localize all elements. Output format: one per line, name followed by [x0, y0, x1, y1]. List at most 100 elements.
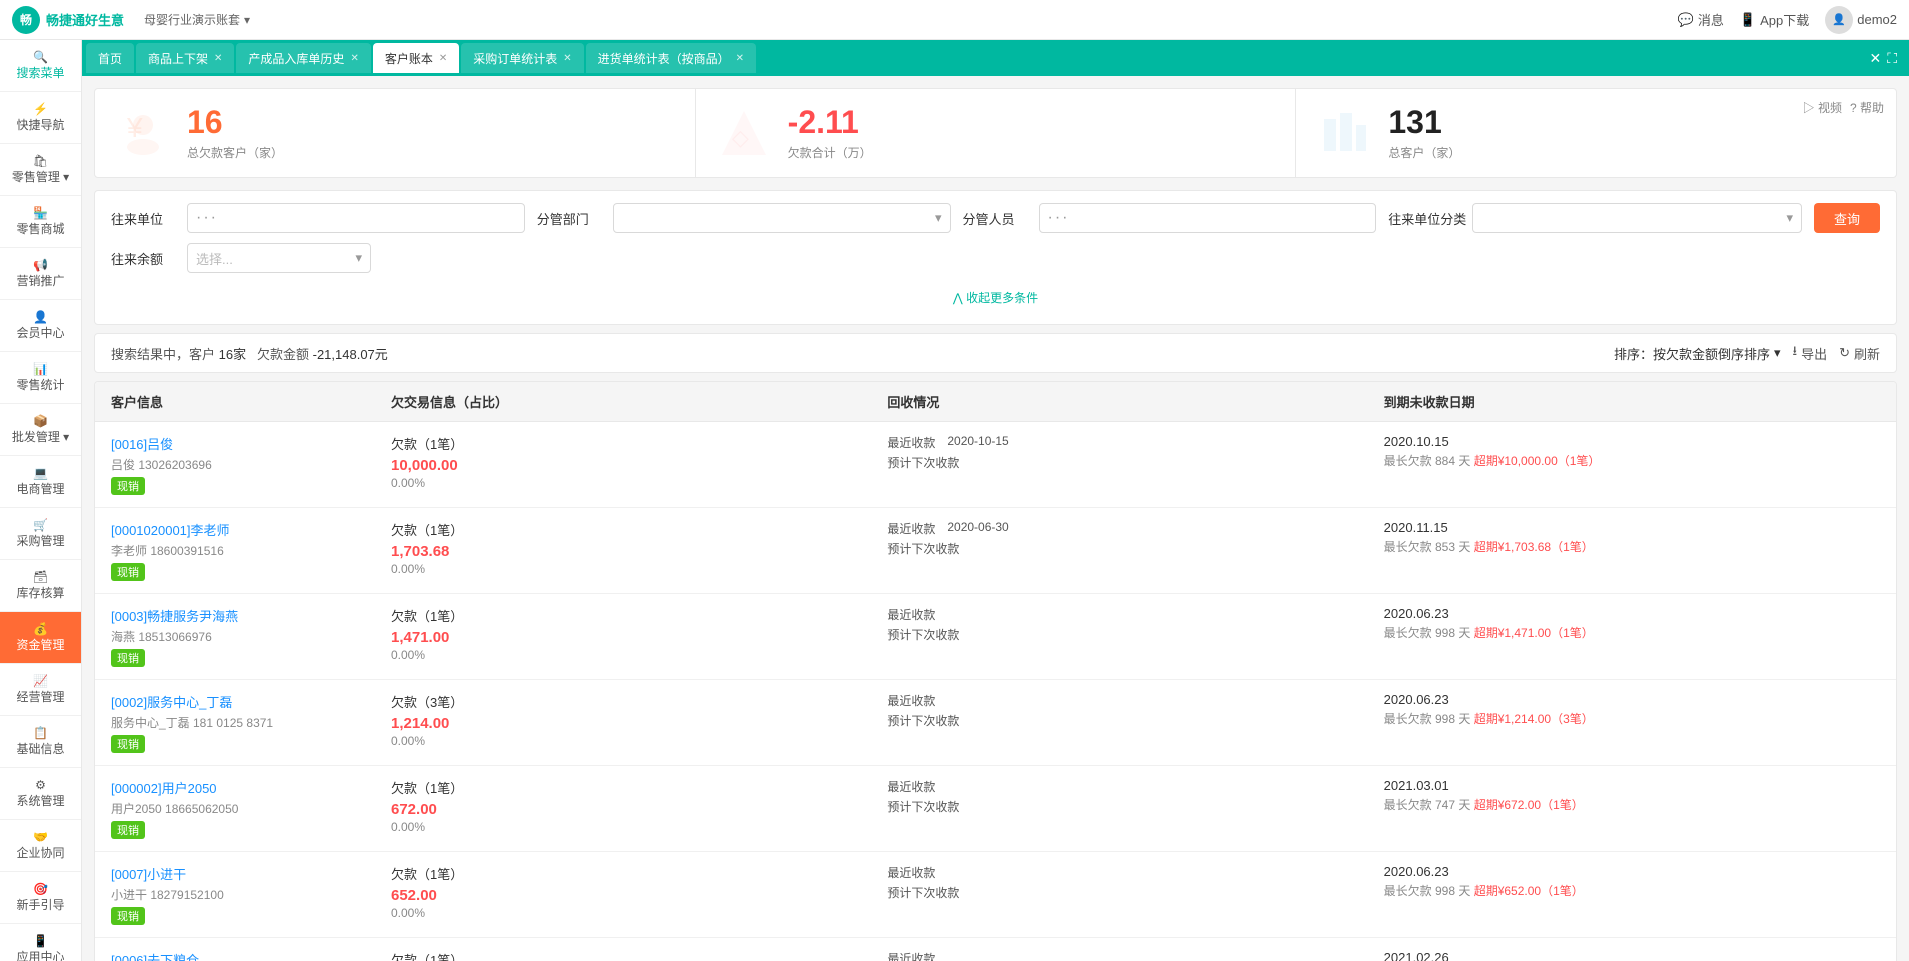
sidebar-item-enterprise[interactable]: 🤝 企业协同 — [0, 820, 81, 872]
sidebar-item-system[interactable]: ⚙ 系统管理 — [0, 768, 81, 820]
collection-cell: 最近收款 预计下次收款 — [887, 864, 1383, 904]
customer-name[interactable]: [0001020001]李老师 — [111, 520, 391, 539]
overdue-days: 最长欠款 747 天 超期¥672.00（1笔） — [1384, 796, 1880, 813]
owe-percent: 0.00% — [391, 820, 887, 834]
customer-sub: 海燕 18513066976 — [111, 628, 391, 645]
sidebar-search[interactable]: 🔍 搜索菜单 — [0, 40, 81, 92]
owe-amount[interactable]: 10,000.00 — [391, 457, 887, 474]
overdue-cell: 2020.06.23 最长欠款 998 天 超期¥652.00（1笔） — [1384, 864, 1880, 899]
sidebar-item-retail-mall[interactable]: 🏪 零售商城 — [0, 196, 81, 248]
marketing-label: 营销推广 — [0, 272, 81, 289]
sidebar-item-ecom[interactable]: 💻 电商管理 — [0, 456, 81, 508]
owe-amount[interactable]: 1,214.00 — [391, 715, 887, 732]
owe-percent: 0.00% — [391, 734, 887, 748]
filter-remaining-label: 往来余额 — [111, 249, 181, 268]
overdue-link[interactable]: 超期¥1,471.00（1笔） — [1474, 626, 1594, 640]
customer-name[interactable]: [0016]吕俊 — [111, 434, 391, 453]
tab-product-history[interactable]: 产成品入库单历史 ✕ — [236, 43, 370, 73]
query-button[interactable]: 查询 — [1814, 203, 1880, 233]
tab-incoming-stats-label: 进货单统计表（按商品） — [598, 50, 730, 67]
sort-label: 排序：按欠款金额倒序排序 — [1614, 344, 1770, 363]
user-avatar[interactable]: 👤 demo2 — [1825, 6, 1897, 34]
message-btn[interactable]: 💬 消息 — [1678, 10, 1724, 29]
customer-name[interactable]: [0003]畅捷服务尹海燕 — [111, 606, 391, 625]
last-collection-label: 最近收款 — [887, 520, 935, 537]
sidebar-item-retail-stats[interactable]: 📊 零售统计 — [0, 352, 81, 404]
overdue-days-text: 最长欠款 998 天 — [1384, 626, 1471, 640]
customer-info-cell: [0002]服务中心_丁磊 服务中心_丁磊 181 0125 8371 现销 — [111, 692, 391, 753]
stat-total-customers-actions: ▷ 视频 ? 帮助 — [1803, 99, 1884, 116]
table-row: [000002]用户2050 用户2050 18665062050 现销 欠款（… — [95, 766, 1896, 852]
purchase-label: 采购管理 — [0, 532, 81, 549]
tab-purchase-order-close[interactable]: ✕ — [563, 53, 571, 64]
sidebar-item-ops[interactable]: 📈 经营管理 — [0, 664, 81, 716]
retail-stats-icon: 📊 — [33, 362, 48, 376]
help-btn[interactable]: ? 帮助 — [1850, 99, 1884, 116]
customer-name[interactable]: [0006]去下粮仓 — [111, 950, 391, 961]
collapse-row[interactable]: ⋀ 收起更多条件 — [111, 283, 1880, 312]
tab-product-off[interactable]: 商品上下架 ✕ — [136, 43, 234, 73]
tab-customer-account-close[interactable]: ✕ — [439, 53, 447, 64]
sidebar-item-app-center[interactable]: 📱 应用中心 — [0, 924, 81, 961]
tab-close-all-icon[interactable]: ✕ — [1869, 50, 1881, 67]
customer-name[interactable]: [0007]小进干 — [111, 864, 391, 883]
retail-mall-icon: 🏪 — [33, 206, 48, 220]
refresh-btn[interactable]: ↻ 刷新 — [1839, 344, 1880, 363]
sidebar-item-retail-mgmt[interactable]: 🛍 零售管理 ▾ — [0, 144, 81, 196]
sidebar-item-batch-mgmt[interactable]: 📦 批发管理 ▾ — [0, 404, 81, 456]
sidebar-item-purchase[interactable]: 🛒 采购管理 — [0, 508, 81, 560]
sort-select[interactable]: 排序：按欠款金额倒序排序 ▾ — [1614, 344, 1781, 363]
customer-name[interactable]: [000002]用户2050 — [111, 778, 391, 797]
collection-cell: 最近收款2020-06-30 预计下次收款 — [887, 520, 1383, 560]
overdue-link[interactable]: 超期¥1,214.00（3笔） — [1474, 712, 1594, 726]
tab-purchase-order-label: 采购订单统计表 — [473, 50, 557, 67]
video-btn[interactable]: ▷ 视频 — [1803, 99, 1842, 116]
sidebar-item-member[interactable]: 👤 会员中心 — [0, 300, 81, 352]
top-bar-right: 💬 消息 📱 App下载 👤 demo2 — [1678, 6, 1897, 34]
owe-info-cell: 欠款（1笔） 10,000.00 0.00% — [391, 434, 887, 490]
filter-dept-select[interactable]: ▾ — [613, 203, 951, 233]
filter-unit-category-select[interactable]: ▾ — [1472, 203, 1802, 233]
member-label: 会员中心 — [0, 324, 81, 341]
overdue-link[interactable]: 超期¥672.00（1笔） — [1474, 798, 1584, 812]
tab-purchase-order[interactable]: 采购订单统计表 ✕ — [461, 43, 583, 73]
app-download-btn[interactable]: 📱 App下载 — [1740, 10, 1809, 29]
filter-manager-input[interactable]: ··· — [1039, 203, 1377, 233]
overdue-link[interactable]: 超期¥10,000.00（1笔） — [1474, 454, 1601, 468]
owe-amount[interactable]: 672.00 — [391, 801, 887, 818]
owe-amount[interactable]: 652.00 — [391, 887, 887, 904]
filter-from-unit-input[interactable]: ··· — [187, 203, 525, 233]
overdue-link[interactable]: 超期¥652.00（1笔） — [1474, 884, 1584, 898]
sidebar-item-finance[interactable]: 💰 资金管理 — [0, 612, 81, 664]
customer-info-cell: [0003]畅捷服务尹海燕 海燕 18513066976 现销 — [111, 606, 391, 667]
table-row: [0001020001]李老师 李老师 18600391516 现销 欠款（1笔… — [95, 508, 1896, 594]
store-select[interactable]: 母婴行业演示账套 ▾ — [144, 11, 250, 28]
owe-info-cell: 欠款（1笔） 1,471.00 0.00% — [391, 606, 887, 662]
customer-name[interactable]: [0002]服务中心_丁磊 — [111, 692, 391, 711]
sidebar-quick-nav[interactable]: ⚡ 快捷导航 — [0, 92, 81, 144]
overdue-link[interactable]: 超期¥1,703.68（1笔） — [1474, 540, 1594, 554]
filter-remaining-select[interactable]: 选择... ▾ — [187, 243, 371, 273]
export-btn[interactable]: ⭳ 导出 — [1793, 342, 1828, 364]
customer-badge: 现销 — [111, 821, 145, 839]
tab-expand-icon[interactable]: ⛶ — [1887, 50, 1897, 67]
sidebar-item-stock[interactable]: 🗃 库存核算 — [0, 560, 81, 612]
tab-home[interactable]: 首页 — [86, 43, 134, 73]
sidebar-item-marketing[interactable]: 📢 营销推广 — [0, 248, 81, 300]
tab-incoming-stats[interactable]: 进货单统计表（按商品） ✕ — [586, 43, 756, 73]
tab-customer-account[interactable]: 客户账本 ✕ — [373, 43, 459, 73]
collection-info: 最近收款 预计下次收款 — [887, 864, 1383, 901]
owe-amount[interactable]: 1,703.68 — [391, 543, 887, 560]
export-icon: ⭳ — [1793, 342, 1798, 364]
tab-incoming-stats-close[interactable]: ✕ — [736, 53, 744, 64]
sidebar-item-basic[interactable]: 📋 基础信息 — [0, 716, 81, 768]
tab-product-history-close[interactable]: ✕ — [350, 53, 358, 64]
sidebar-item-newbie[interactable]: 🎯 新手引导 — [0, 872, 81, 924]
batch-mgmt-icon: 📦 — [33, 414, 48, 428]
last-collection-label: 最近收款 — [887, 606, 935, 623]
collection-cell: 最近收款2020-10-15 预计下次收款 — [887, 434, 1383, 474]
stat-owe-customers-label: 总欠款客户（家） — [187, 144, 675, 161]
overdue-date: 2020.06.23 — [1384, 606, 1880, 621]
tab-product-off-close[interactable]: ✕ — [214, 53, 222, 64]
owe-amount[interactable]: 1,471.00 — [391, 629, 887, 646]
